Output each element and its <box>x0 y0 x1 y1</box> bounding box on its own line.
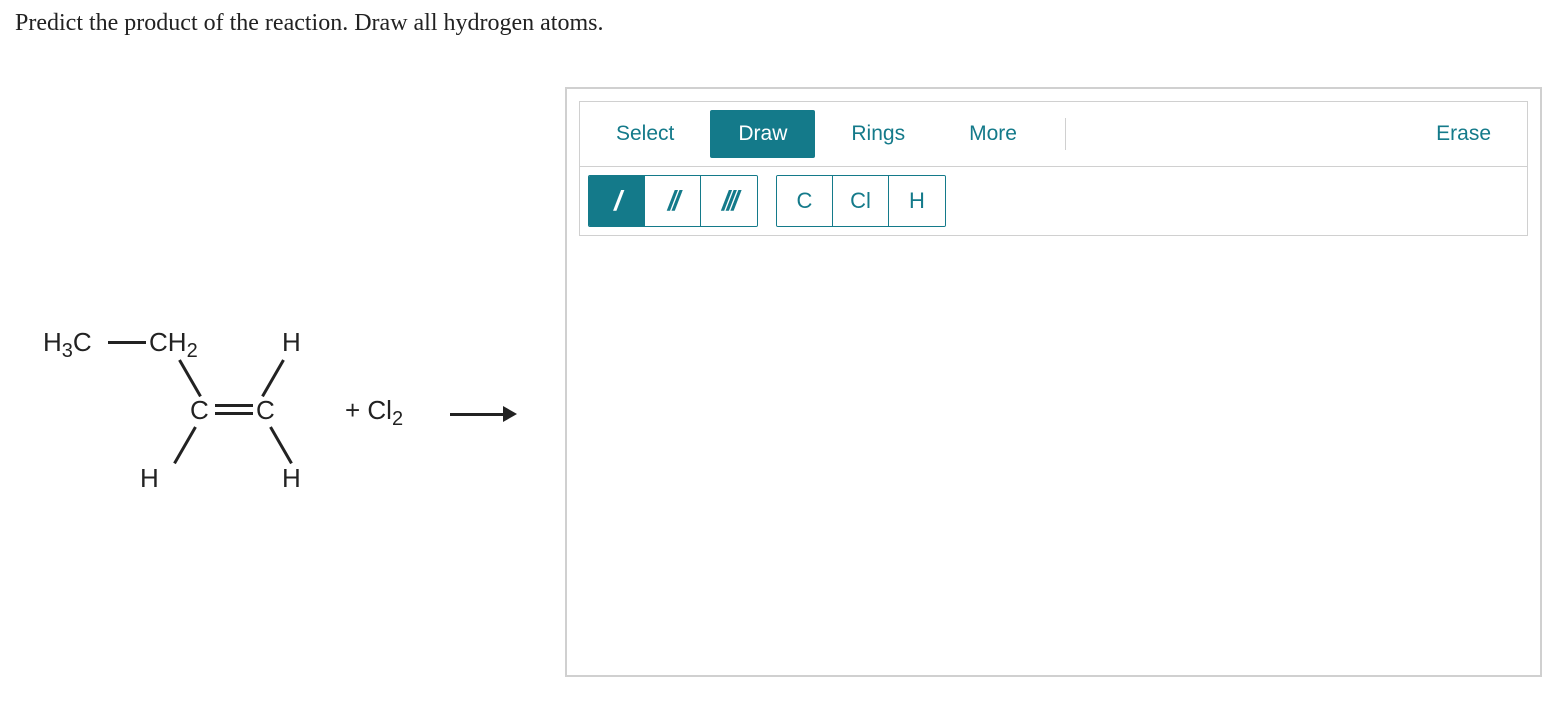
tab-draw[interactable]: Draw <box>710 110 815 158</box>
bond-tool-group: / // /// <box>588 175 758 227</box>
double-bond-icon: // <box>668 185 678 217</box>
bond-single-5 <box>269 426 293 464</box>
chlorine-atom-tool[interactable]: Cl <box>833 176 889 226</box>
content-area: H3C CH2 H C <box>15 87 1542 677</box>
atom-tool-group: C Cl H <box>776 175 946 227</box>
toolbar-tools-row: / // /// C Cl H <box>580 167 1527 235</box>
bond-single-3 <box>261 359 285 397</box>
bond-single-1 <box>108 341 146 344</box>
reagent-cl2: + Cl2 <box>345 395 403 431</box>
atom-c-right: C <box>256 395 275 426</box>
separator <box>1065 118 1066 150</box>
tab-rings[interactable]: Rings <box>823 110 933 158</box>
single-bond-tool[interactable]: / <box>589 176 645 226</box>
toolbar-container: Select Draw Rings More Erase / // <box>579 101 1528 236</box>
atom-h-bottom-right: H <box>282 463 301 494</box>
erase-button[interactable]: Erase <box>1408 110 1519 158</box>
bond-single-2 <box>178 359 202 397</box>
triple-bond-icon: /// <box>722 185 736 217</box>
atom-h-bottom-left: H <box>140 463 159 494</box>
carbon-atom-tool[interactable]: C <box>777 176 833 226</box>
tab-select[interactable]: Select <box>588 110 702 158</box>
bond-single-4 <box>173 426 197 464</box>
reaction-area: H3C CH2 H C <box>15 87 545 547</box>
tab-more[interactable]: More <box>941 110 1045 158</box>
hydrogen-atom-tool[interactable]: H <box>889 176 945 226</box>
reaction-arrow <box>450 406 517 422</box>
bond-double-1a <box>215 404 253 407</box>
atom-ch2: CH2 <box>149 327 198 363</box>
triple-bond-tool[interactable]: /// <box>701 176 757 226</box>
atom-c-left: C <box>190 395 209 426</box>
double-bond-tool[interactable]: // <box>645 176 701 226</box>
drawing-panel: Select Draw Rings More Erase / // <box>565 87 1542 677</box>
question-prompt: Predict the product of the reaction. Dra… <box>15 10 1542 37</box>
bond-double-1b <box>215 412 253 415</box>
toolbar-tabs-row: Select Draw Rings More Erase <box>580 102 1527 167</box>
single-bond-icon: / <box>614 185 619 217</box>
reactant-molecule: H3C CH2 H C <box>15 327 545 547</box>
atom-h-top-right: H <box>282 327 301 358</box>
atom-h3c: H3C <box>43 327 92 363</box>
